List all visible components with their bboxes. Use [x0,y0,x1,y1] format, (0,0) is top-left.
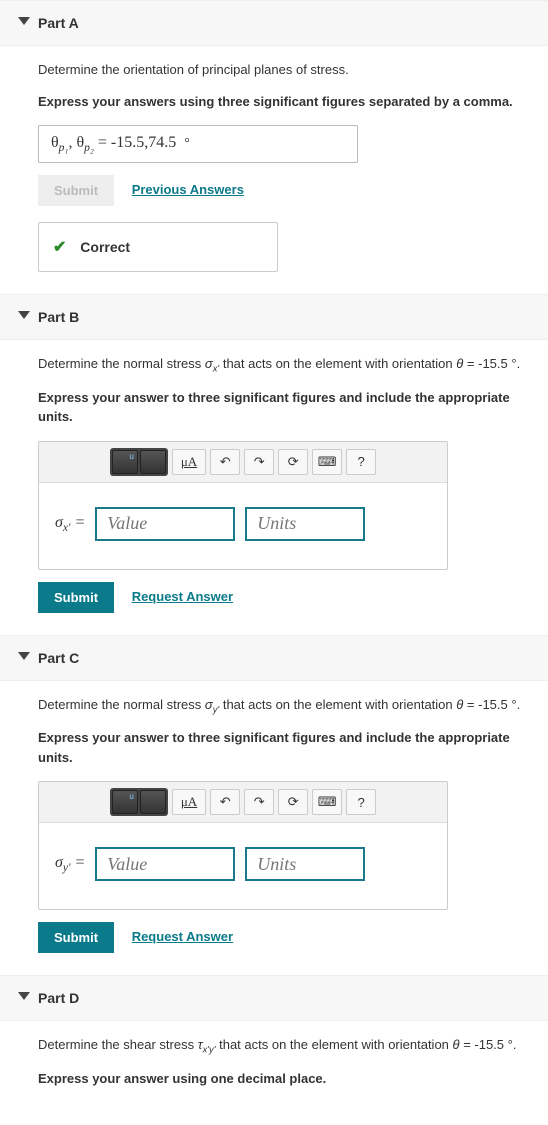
feedback-correct: ✔ Correct [38,222,278,272]
part-b-prompt: Determine the normal stress σx' that act… [38,354,532,376]
part-c-title: Part C [38,650,79,666]
part-b-title: Part B [38,309,79,325]
fraction-template-button[interactable]: u [112,450,138,474]
part-a-prompt: Determine the orientation of principal p… [38,60,532,80]
redo-button[interactable]: ↷ [244,789,274,815]
check-icon: ✔ [53,239,66,256]
value-input[interactable] [95,847,235,881]
editor-toolbar: u μA ↶ ↷ ⟳ ⌨ ? [39,442,447,483]
part-d: Part D Determine the shear stress τx'y' … [0,975,548,1124]
units-input[interactable] [245,507,365,541]
submit-button-disabled: Submit [38,175,114,206]
units-input[interactable] [245,847,365,881]
value-input[interactable] [95,507,235,541]
part-d-instruction: Express your answer using one decimal pl… [38,1069,532,1089]
undo-button[interactable]: ↶ [210,449,240,475]
part-d-body: Determine the shear stress τx'y' that ac… [0,1021,548,1124]
part-b: Part B Determine the normal stress σx' t… [0,294,548,635]
part-c: Part C Determine the normal stress σy' t… [0,635,548,976]
answer-editor: u μA ↶ ↷ ⟳ ⌨ ? σy' = [38,781,448,910]
exponent-template-button[interactable] [140,450,166,474]
previous-answers-link[interactable]: Previous Answers [132,182,244,197]
sigma-y-label: σy' = [55,854,85,874]
editor-body: σy' = [39,823,447,909]
part-b-actions: Submit Request Answer [38,582,532,613]
part-a-header[interactable]: Part A [0,1,548,46]
caret-down-icon [18,992,30,1000]
theta-p-label: θp₁, θp₂ = [51,134,107,151]
keyboard-button[interactable]: ⌨ [312,789,342,815]
part-c-body: Determine the normal stress σy' that act… [0,681,548,976]
part-b-header[interactable]: Part B [0,295,548,340]
degree-unit: ° [184,136,190,151]
template-buttons: u [110,788,168,816]
redo-button[interactable]: ↷ [244,449,274,475]
part-a: Part A Determine the orientation of prin… [0,0,548,294]
request-answer-link[interactable]: Request Answer [132,929,233,944]
undo-button[interactable]: ↶ [210,789,240,815]
help-button[interactable]: ? [346,789,376,815]
part-a-answer-field[interactable]: θp₁, θp₂ = -15.5,74.5 ° [38,125,358,163]
part-d-prompt: Determine the shear stress τx'y' that ac… [38,1035,532,1057]
part-d-header[interactable]: Part D [0,976,548,1021]
sigma-x-label: σx' = [55,514,85,534]
units-example-label[interactable]: μA [172,789,206,815]
caret-down-icon [18,311,30,319]
editor-toolbar: u μA ↶ ↷ ⟳ ⌨ ? [39,782,447,823]
part-a-actions: Submit Previous Answers [38,175,532,206]
units-example-label[interactable]: μA [172,449,206,475]
submit-button[interactable]: Submit [38,582,114,613]
part-c-actions: Submit Request Answer [38,922,532,953]
part-d-title: Part D [38,990,79,1006]
keyboard-button[interactable]: ⌨ [312,449,342,475]
submit-button[interactable]: Submit [38,922,114,953]
part-b-body: Determine the normal stress σx' that act… [0,340,548,635]
part-c-instruction: Express your answer to three significant… [38,728,532,767]
help-button[interactable]: ? [346,449,376,475]
request-answer-link[interactable]: Request Answer [132,589,233,604]
part-a-instruction: Express your answers using three signifi… [38,92,532,112]
caret-down-icon [18,17,30,25]
feedback-label: Correct [80,239,130,255]
answer-editor: u μA ↶ ↷ ⟳ ⌨ ? σx' = [38,441,448,570]
part-a-title: Part A [38,15,79,31]
part-a-answer-value: -15.5,74.5 [111,134,176,151]
editor-body: σx' = [39,483,447,569]
exponent-template-button[interactable] [140,790,166,814]
part-c-prompt: Determine the normal stress σy' that act… [38,695,532,717]
reset-button[interactable]: ⟳ [278,449,308,475]
template-buttons: u [110,448,168,476]
part-a-body: Determine the orientation of principal p… [0,46,548,294]
part-c-header[interactable]: Part C [0,636,548,681]
caret-down-icon [18,652,30,660]
part-b-instruction: Express your answer to three significant… [38,388,532,427]
fraction-template-button[interactable]: u [112,790,138,814]
reset-button[interactable]: ⟳ [278,789,308,815]
